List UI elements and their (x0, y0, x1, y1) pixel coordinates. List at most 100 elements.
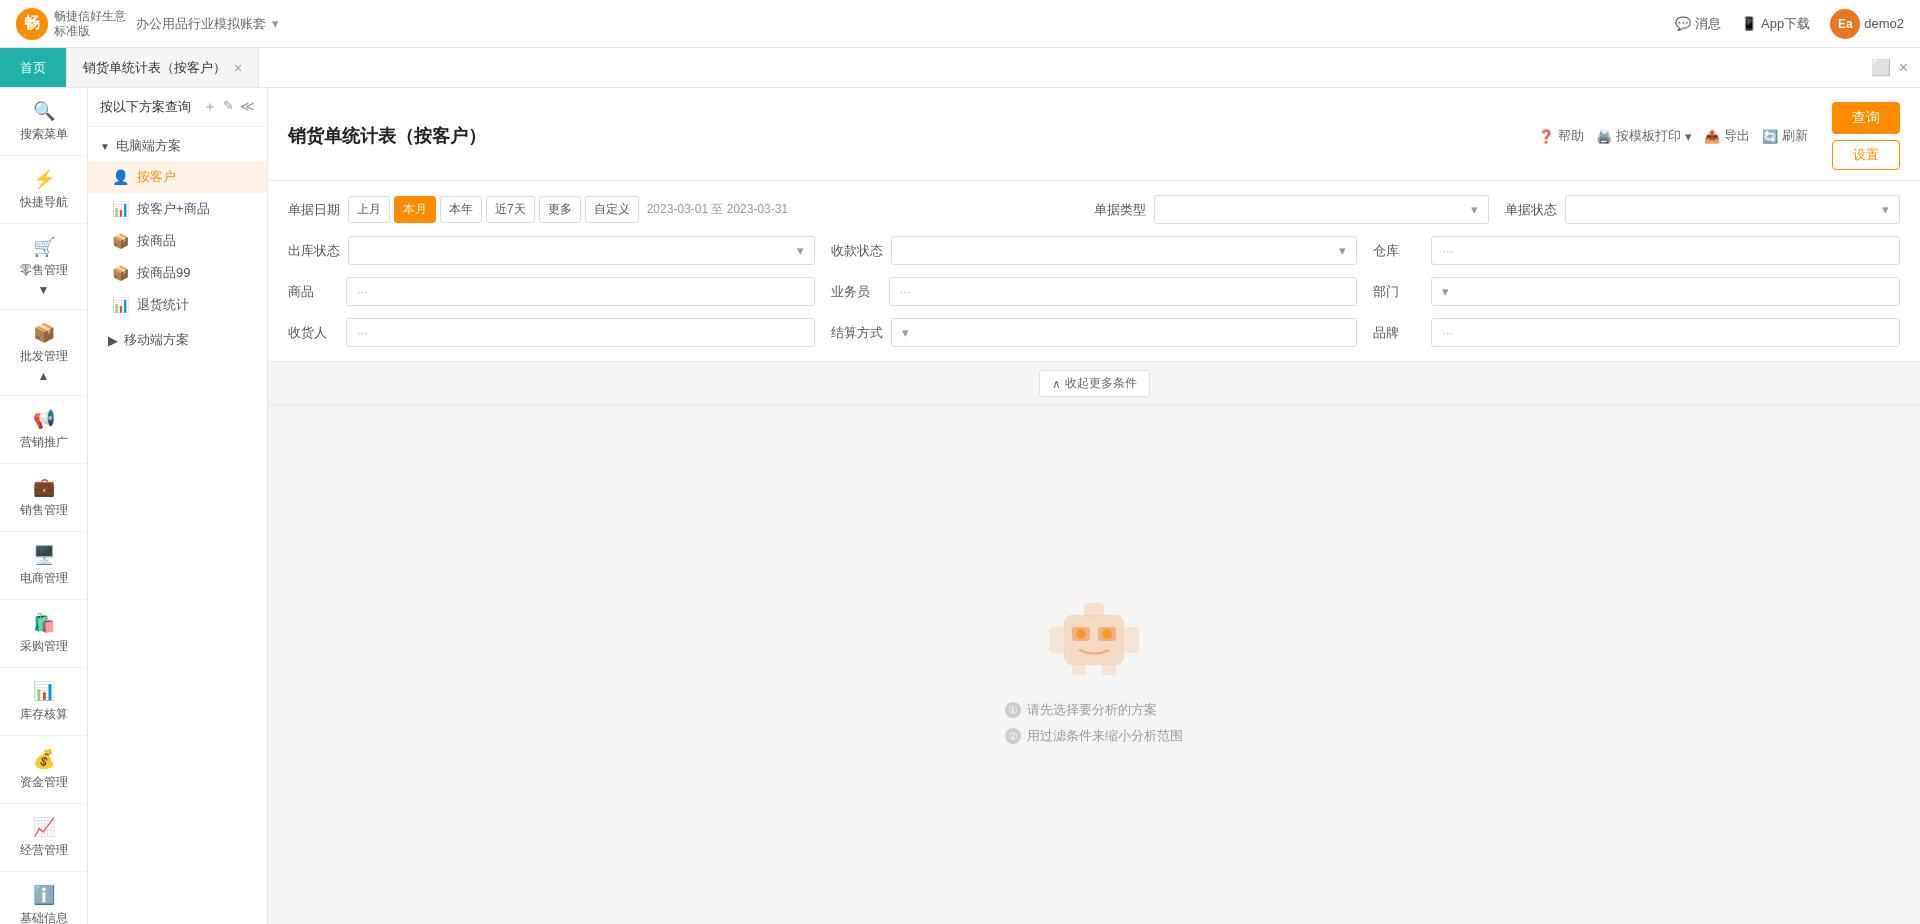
scheme-collapse-icon[interactable]: ≪ (240, 98, 255, 116)
tab-home[interactable]: 首页 (0, 48, 66, 87)
doc-status-label: 单据状态 (1505, 201, 1557, 219)
date-btn-7days[interactable]: 近7天 (486, 196, 535, 223)
help-button[interactable]: ❓ 帮助 (1538, 127, 1584, 145)
print-dropdown-icon: ▾ (1685, 129, 1692, 144)
main-layout: 🔍 搜索菜单 ⚡ 快捷导航 🛒 零售管理 ▼ 📦 批发管理 ▲ 📢 营销推广 💼… (0, 88, 1920, 924)
purchase-icon: 🛍️ (33, 612, 55, 634)
wholesale-icon: 📦 (33, 322, 55, 344)
sidebar-item-operations-label: 经营管理 (20, 842, 68, 859)
window-close-icon[interactable]: × (1899, 59, 1908, 77)
export-button[interactable]: 📤 导出 (1704, 127, 1750, 145)
user-menu[interactable]: Ea demo2 (1830, 9, 1904, 39)
sidebar-item-finance[interactable]: 💰 资金管理 (0, 736, 87, 804)
scheme-item-goods[interactable]: 📦 按商品 (88, 225, 267, 257)
mobile-group-title[interactable]: ▶ 移动端方案 (88, 325, 267, 355)
out-status-label: 出库状态 (288, 242, 340, 260)
date-btn-more[interactable]: 更多 (539, 196, 581, 223)
finance-icon: 💰 (33, 748, 55, 770)
recipient-label: 收货人 (288, 324, 338, 342)
scheme-panel-header: 按以下方案查询 ＋ ✎ ≪ (88, 88, 267, 127)
collapse-button[interactable]: ∧ 收起更多条件 (1039, 370, 1150, 397)
app-download-button[interactable]: 📱 App下载 (1741, 15, 1810, 33)
date-btn-this-year[interactable]: 本年 (440, 196, 482, 223)
filter-row-4: 收货人 ··· 结算方式 ▾ 品牌 ··· (288, 318, 1900, 347)
breadcrumb-text: 办公用品行业模拟账套 (136, 15, 266, 33)
sidebar-item-ecommerce[interactable]: 🖥️ 电商管理 (0, 532, 87, 600)
breadcrumb-dropdown-icon[interactable]: ▾ (272, 16, 279, 31)
recipient-select[interactable]: ··· (346, 318, 815, 347)
scheme-item-customer[interactable]: 👤 按客户 (88, 161, 267, 193)
sidebar-item-wholesale-label: 批发管理 (20, 348, 68, 365)
filter-warehouse: 仓库 ··· (1373, 236, 1900, 265)
sidebar-item-inventory[interactable]: 📊 库存核算 (0, 668, 87, 736)
sidebar-item-sales-label: 销售管理 (20, 502, 68, 519)
sidebar-item-retail[interactable]: 🛒 零售管理 ▼ (0, 224, 87, 310)
logo-line1: 畅捷信好生意 (54, 9, 126, 23)
filter-dept: 部门 ▾ (1373, 277, 1900, 306)
logo-area: 畅 畅捷信好生意 标准版 (16, 8, 126, 40)
doc-type-label: 单据类型 (1094, 201, 1146, 219)
scheme-item-return[interactable]: 📊 退货统计 (88, 289, 267, 321)
app-icon: 📱 (1741, 16, 1757, 31)
tab-close-icon[interactable]: × (234, 60, 242, 76)
dept-select[interactable]: ▾ (1431, 277, 1900, 306)
desktop-group-title[interactable]: ▼ 电脑端方案 (88, 131, 267, 161)
doc-status-arrow: ▾ (1882, 202, 1889, 217)
doc-status-select[interactable]: ▾ (1565, 195, 1900, 224)
help-icon: ❓ (1538, 129, 1554, 144)
topbar-right: 💬 消息 📱 App下载 Ea demo2 (1675, 9, 1904, 39)
print-button[interactable]: 🖨️ 按模板打印 ▾ (1596, 127, 1692, 145)
scheme-edit-icon[interactable]: ✎ (223, 98, 234, 116)
filter-brand: 品牌 ··· (1373, 318, 1900, 347)
date-btn-this-month[interactable]: 本月 (394, 196, 436, 223)
sidebar-item-wholesale[interactable]: 📦 批发管理 ▲ (0, 310, 87, 396)
receipt-status-select[interactable]: ▾ (891, 236, 1358, 265)
sidebar-item-basic[interactable]: ℹ️ 基础信息 (0, 872, 87, 924)
message-label: 消息 (1695, 15, 1721, 33)
scheme-customer-goods-label: 按客户+商品 (137, 200, 210, 218)
tab-active[interactable]: 销货单统计表（按客户） × (66, 48, 259, 87)
sidebar-item-purchase[interactable]: 🛍️ 采购管理 (0, 600, 87, 668)
query-button[interactable]: 查询 (1832, 102, 1900, 134)
export-icon: 📤 (1704, 129, 1720, 144)
sidebar-item-operations[interactable]: 📈 经营管理 (0, 804, 87, 872)
settings-button[interactable]: 设置 (1832, 140, 1900, 170)
dept-label: 部门 (1373, 283, 1423, 301)
warehouse-select[interactable]: ··· (1431, 236, 1900, 265)
scheme-goods99-icon: 📦 (112, 265, 129, 281)
window-restore-icon[interactable]: ⬜ (1871, 58, 1891, 77)
message-button[interactable]: 💬 消息 (1675, 15, 1721, 33)
page-title-bar: 销货单统计表（按客户） ❓ 帮助 🖨️ 按模板打印 ▾ 📤 (268, 88, 1920, 181)
operations-icon: 📈 (33, 816, 55, 838)
scheme-item-goods99[interactable]: 📦 按商品99 (88, 257, 267, 289)
scheme-item-customer-goods[interactable]: 📊 按客户+商品 (88, 193, 267, 225)
staff-select[interactable]: ··· (889, 277, 1358, 306)
filter-row-1: 单据日期 上月 本月 本年 近7天 更多 自定义 2023-03-01 至 20… (288, 195, 1900, 224)
settlement-select[interactable]: ▾ (891, 318, 1358, 347)
date-btn-custom[interactable]: 自定义 (585, 196, 639, 223)
scheme-add-icon[interactable]: ＋ (203, 98, 217, 116)
filter-settlement: 结算方式 ▾ (831, 318, 1358, 347)
retail-icon: 🛒 (33, 236, 55, 258)
scheme-customer-label: 按客户 (137, 168, 176, 186)
filter-doc-status: 单据状态 ▾ (1505, 195, 1900, 224)
brand-select[interactable]: ··· (1431, 318, 1900, 347)
sidebar-item-shortcut[interactable]: ⚡ 快捷导航 (0, 156, 87, 224)
page-actions: ❓ 帮助 🖨️ 按模板打印 ▾ 📤 导出 � (1538, 127, 1808, 145)
empty-tips: ① 请先选择要分析的方案 ② 用过滤条件来缩小分析范围 (1005, 701, 1183, 745)
help-label: 帮助 (1558, 127, 1584, 145)
filter-area: 单据日期 上月 本月 本年 近7天 更多 自定义 2023-03-01 至 20… (268, 181, 1920, 362)
refresh-button[interactable]: 🔄 刷新 (1762, 127, 1808, 145)
wholesale-expand-icon: ▲ (38, 369, 50, 383)
sidebar-item-search[interactable]: 🔍 搜索菜单 (0, 88, 87, 156)
breadcrumb: 办公用品行业模拟账套 ▾ (136, 15, 279, 33)
out-status-select[interactable]: ▾ (348, 236, 815, 265)
empty-tip-1: ① 请先选择要分析的方案 (1005, 701, 1183, 719)
sidebar-item-marketing[interactable]: 📢 营销推广 (0, 396, 87, 464)
date-btn-last-month[interactable]: 上月 (348, 196, 390, 223)
date-range: 2023-03-01 至 2023-03-31 (647, 201, 788, 218)
goods-select[interactable]: ··· (346, 277, 815, 306)
sidebar-item-ecommerce-label: 电商管理 (20, 570, 68, 587)
sidebar-item-sales[interactable]: 💼 销售管理 (0, 464, 87, 532)
doc-type-select[interactable]: ▾ (1154, 195, 1489, 224)
